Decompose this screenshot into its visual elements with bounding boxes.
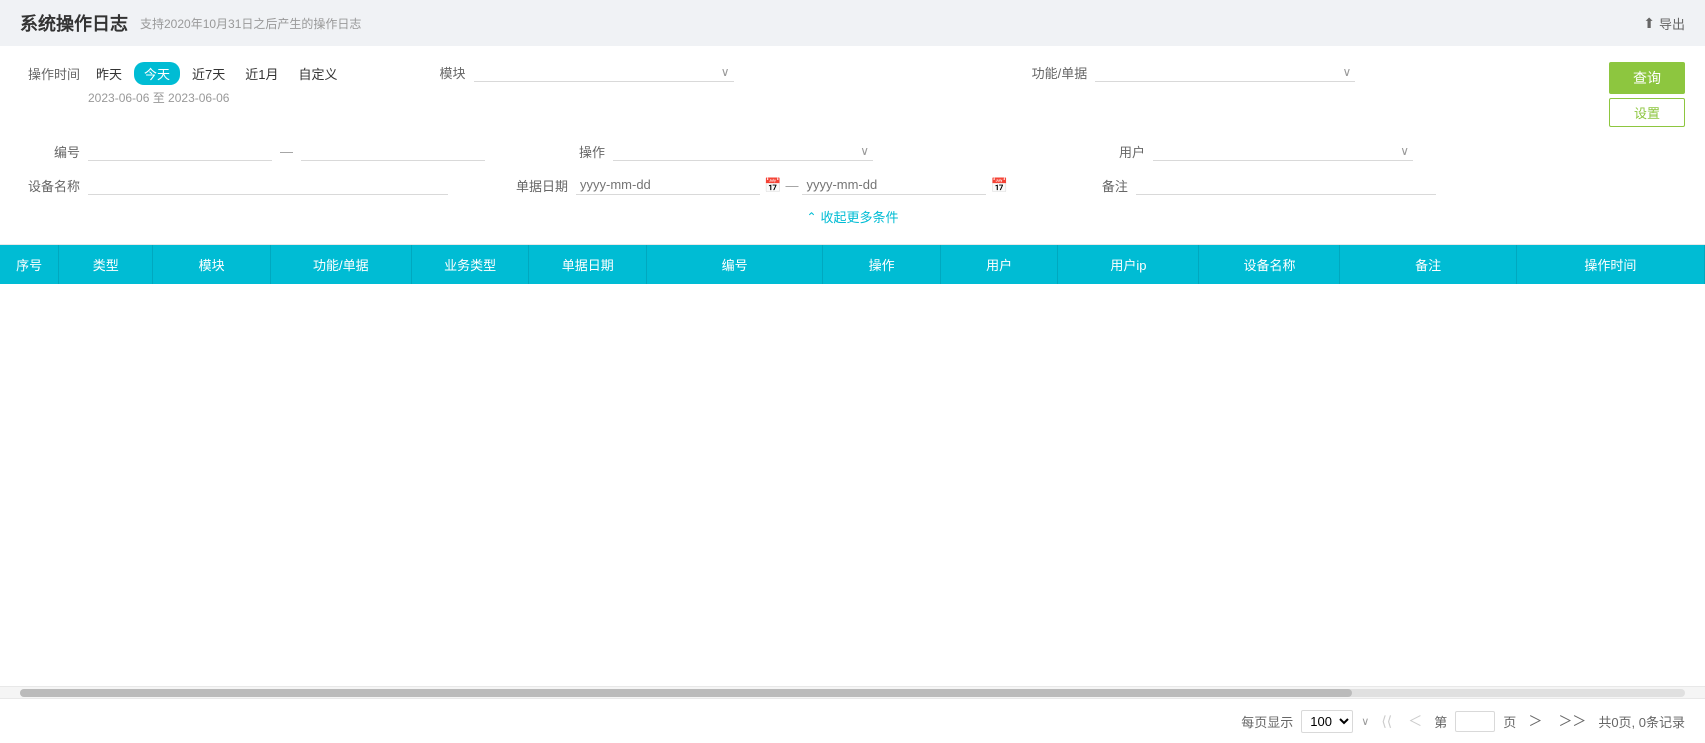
time-range-display: 2023-06-06 至 2023-06-06 <box>88 89 346 106</box>
empty-area <box>0 284 1705 624</box>
voucher-date-range: 📅 — 📅 <box>576 175 1008 195</box>
page-label: 第 <box>1434 712 1447 731</box>
time-filter: 操作时间 昨天 今天 近7天 近1月 自定义 2023-06-06 至 2023… <box>20 62 346 106</box>
function-select[interactable] <box>1095 62 1355 82</box>
col-biz-type: 业务类型 <box>411 245 529 284</box>
remark-input[interactable] <box>1136 175 1436 195</box>
col-operation: 操作 <box>823 245 941 284</box>
table-wrapper: 序号 类型 模块 功能/单据 业务类型 单据日期 编号 操作 用户 用户ip 设… <box>0 245 1705 686</box>
user-select[interactable] <box>1153 141 1413 161</box>
date-start-input[interactable] <box>576 175 760 195</box>
action-buttons: 查询 设置 <box>1609 62 1685 127</box>
collapse-icon: ⌃ <box>806 210 816 224</box>
prev-page-button[interactable]: ＜ <box>1404 709 1426 733</box>
col-op-time: 操作时间 <box>1516 245 1704 284</box>
calendar-end-icon[interactable]: 📅 <box>990 177 1007 194</box>
filter-area: 操作时间 昨天 今天 近7天 近1月 自定义 2023-06-06 至 2023… <box>0 46 1705 245</box>
last-page-button[interactable]: ＞＞ <box>1554 709 1590 733</box>
collapse-label: 收起更多条件 <box>821 207 899 226</box>
col-device: 设备名称 <box>1199 245 1340 284</box>
time-btn-yesterday[interactable]: 昨天 <box>88 62 130 85</box>
data-table: 序号 类型 模块 功能/单据 业务类型 单据日期 编号 操作 用户 用户ip 设… <box>0 245 1705 284</box>
first-page-button[interactable]: ⟨⟨ <box>1377 711 1396 732</box>
page-subtitle: 支持2020年10月31日之后产生的操作日志 <box>140 15 361 32</box>
col-number: 编号 <box>646 245 822 284</box>
chevron-down-icon: ∨ <box>1361 715 1369 728</box>
user-label: 用户 <box>1085 142 1145 161</box>
scrollbar-area <box>0 686 1705 698</box>
function-select-wrapper: ∨ <box>1095 62 1355 82</box>
module-select[interactable] <box>474 62 734 82</box>
time-btn-1month[interactable]: 近1月 <box>237 62 286 85</box>
calendar-start-icon[interactable]: 📅 <box>764 177 781 194</box>
remark-label: 备注 <box>1068 176 1128 195</box>
date-end-input[interactable] <box>802 175 986 195</box>
col-user-ip: 用户ip <box>1058 245 1199 284</box>
scrollbar-thumb[interactable] <box>20 689 1352 697</box>
device-input[interactable] <box>88 175 448 195</box>
date-dash: — <box>785 178 798 193</box>
table-header: 序号 类型 模块 功能/单据 业务类型 单据日期 编号 操作 用户 用户ip 设… <box>0 245 1705 284</box>
operation-select-wrapper: ∨ <box>613 141 873 161</box>
time-btn-7days[interactable]: 近7天 <box>184 62 233 85</box>
time-btn-custom[interactable]: 自定义 <box>291 62 346 85</box>
col-module: 模块 <box>153 245 271 284</box>
time-label: 操作时间 <box>20 64 80 83</box>
function-label: 功能/单据 <box>1027 63 1087 82</box>
collapse-button[interactable]: ⌃ 收起更多条件 <box>806 207 898 226</box>
time-btn-today[interactable]: 今天 <box>134 62 180 85</box>
col-user: 用户 <box>940 245 1058 284</box>
number-label: 编号 <box>20 142 80 161</box>
page-number-input[interactable]: 1 <box>1455 711 1495 732</box>
next-page-button[interactable]: ＞ <box>1524 709 1546 733</box>
col-type: 类型 <box>59 245 153 284</box>
export-label: 导出 <box>1659 14 1685 33</box>
collapse-row: ⌃ 收起更多条件 <box>20 201 1685 236</box>
page-title: 系统操作日志 <box>20 10 128 36</box>
col-voucher-date: 单据日期 <box>529 245 647 284</box>
total-label: 共0页, 0条记录 <box>1598 712 1685 731</box>
time-options-group: 昨天 今天 近7天 近1月 自定义 2023-06-06 至 2023-06-0… <box>88 62 346 106</box>
export-icon: ⬆ <box>1643 15 1655 32</box>
page-header: 系统操作日志 支持2020年10月31日之后产生的操作日志 ⬆ 导出 <box>0 0 1705 46</box>
col-remark: 备注 <box>1340 245 1516 284</box>
scrollbar-track <box>20 689 1685 697</box>
operation-select[interactable] <box>613 141 873 161</box>
pagination: 每页显示 100 50 200 ∨ ⟨⟨ ＜ 第 1 页 ＞ ＞＞ 共0页, 0… <box>0 698 1705 743</box>
col-seq: 序号 <box>0 245 59 284</box>
number-dash: — <box>280 144 293 159</box>
settings-button[interactable]: 设置 <box>1609 98 1685 127</box>
voucher-date-label: 单据日期 <box>508 176 568 195</box>
module-select-wrapper: ∨ <box>474 62 734 82</box>
page-size-select[interactable]: 100 50 200 <box>1301 710 1353 733</box>
export-button[interactable]: ⬆ 导出 <box>1643 14 1685 33</box>
main-content: 序号 类型 模块 功能/单据 业务类型 单据日期 编号 操作 用户 用户ip 设… <box>0 245 1705 743</box>
number-input-end[interactable] <box>301 141 485 161</box>
user-select-wrapper: ∨ <box>1153 141 1413 161</box>
col-function: 功能/单据 <box>270 245 411 284</box>
module-label: 模块 <box>406 63 466 82</box>
page-size-label: 每页显示 <box>1241 712 1293 731</box>
number-input-start[interactable] <box>88 141 272 161</box>
device-label: 设备名称 <box>20 176 80 195</box>
page-suffix: 页 <box>1503 712 1516 731</box>
operation-label: 操作 <box>545 142 605 161</box>
query-button[interactable]: 查询 <box>1609 62 1685 94</box>
number-range: — <box>88 141 485 161</box>
